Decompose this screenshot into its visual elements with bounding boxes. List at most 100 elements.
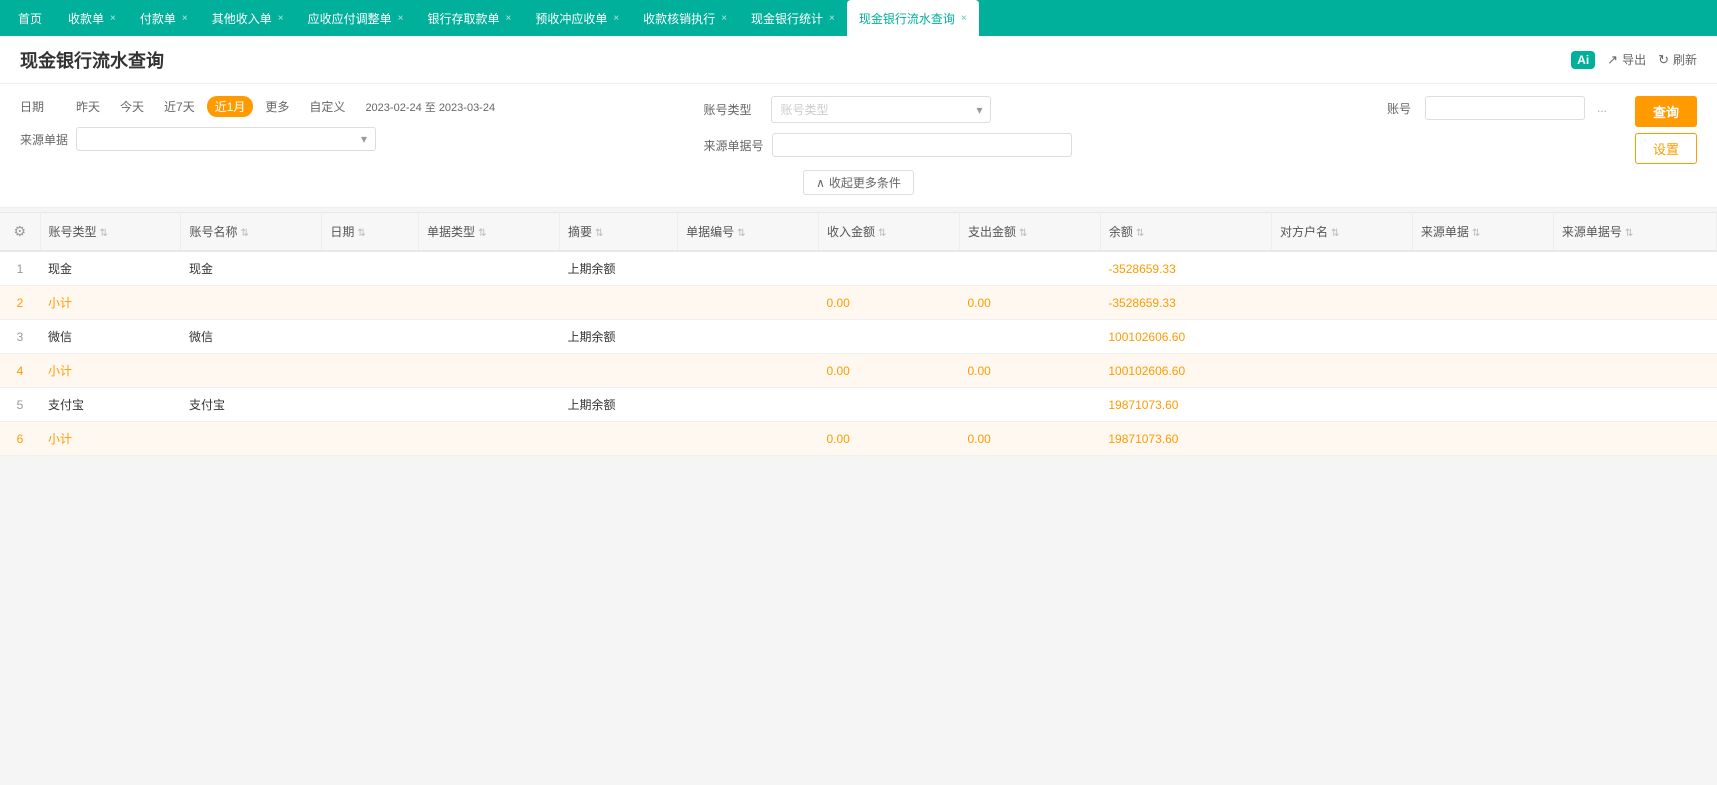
cell-counterparty: [1271, 388, 1412, 422]
col-header-source_doc: 来源单据⇅: [1412, 213, 1553, 252]
close-icon[interactable]: ×: [961, 13, 967, 24]
cell-doc_no: [678, 320, 819, 354]
nav-tab-银行存取款单[interactable]: 银行存取款单×: [415, 0, 523, 36]
nav-tab-现金银行统计[interactable]: 现金银行统计×: [739, 0, 847, 36]
sort-icon-doc_no[interactable]: ⇅: [737, 228, 745, 239]
cell-balance: 19871073.60: [1100, 388, 1271, 422]
cell-account_type: 支付宝: [40, 388, 181, 422]
cell-balance: 19871073.60: [1100, 422, 1271, 456]
nav-tab-应收应付调整单[interactable]: 应收应付调整单×: [296, 0, 416, 36]
cell-summary: 上期余额: [559, 388, 677, 422]
close-icon[interactable]: ×: [182, 13, 188, 24]
nav-tab-预收冲应收单[interactable]: 预收冲应收单×: [523, 0, 631, 36]
cell-source_doc_no: [1553, 320, 1716, 354]
filter-area: 日期 昨天今天近7天近1月更多自定义 2023-02-24 至 2023-03-…: [0, 84, 1717, 208]
cell-account_name: 微信: [181, 320, 322, 354]
account-type-select[interactable]: 账号类型 ▾: [771, 96, 991, 123]
source-doc-num-input[interactable]: [772, 133, 1072, 157]
close-icon[interactable]: ×: [721, 13, 727, 24]
cell-account_type: 小计: [40, 286, 181, 320]
close-icon[interactable]: ×: [110, 13, 116, 24]
cell-doc_no: [678, 422, 819, 456]
cell-income: [819, 320, 960, 354]
cell-account_type: 小计: [40, 422, 181, 456]
close-icon[interactable]: ×: [505, 13, 511, 24]
sort-icon-doc_type[interactable]: ⇅: [478, 228, 486, 239]
cell-doc_no: [678, 251, 819, 286]
cell-summary: 上期余额: [559, 251, 677, 286]
col-header-source_doc_no: 来源单据号⇅: [1553, 213, 1716, 252]
sort-icon-summary[interactable]: ⇅: [595, 228, 603, 239]
filter-row-date: 日期 昨天今天近7天近1月更多自定义 2023-02-24 至 2023-03-…: [20, 96, 679, 117]
close-icon[interactable]: ×: [829, 13, 835, 24]
cell-counterparty: [1271, 422, 1412, 456]
settings-button[interactable]: 设置: [1635, 133, 1697, 164]
close-icon[interactable]: ×: [613, 13, 619, 24]
cell-source_doc_no: [1553, 388, 1716, 422]
action-buttons: 查询 设置: [1635, 96, 1697, 164]
source-doc-select[interactable]: ▾: [76, 127, 376, 151]
refresh-button[interactable]: ↻ 刷新: [1658, 51, 1697, 68]
source-doc-num-label: 来源单据号: [703, 137, 763, 154]
col-header-counterparty: 对方户名⇅: [1271, 213, 1412, 252]
table-row: 2小计0.000.00-3528659.33: [0, 286, 1717, 320]
account-dots[interactable]: ...: [1593, 101, 1611, 115]
cell-counterparty: [1271, 320, 1412, 354]
export-button[interactable]: ↗ 导出: [1607, 51, 1646, 68]
nav-tab-收款单[interactable]: 收款单×: [56, 0, 128, 36]
col-header-income: 收入金额⇅: [819, 213, 960, 252]
date-option-今天[interactable]: 今天: [112, 96, 152, 117]
col-header-balance: 余额⇅: [1100, 213, 1271, 252]
cell-account_name: 支付宝: [181, 388, 322, 422]
date-option-更多[interactable]: 更多: [257, 96, 297, 117]
nav-tab-付款单[interactable]: 付款单×: [128, 0, 200, 36]
sort-icon-balance[interactable]: ⇅: [1136, 228, 1144, 239]
cell-num: 1: [0, 251, 40, 286]
collapse-button[interactable]: ∧ 收起更多条件: [803, 170, 914, 195]
cell-num: 3: [0, 320, 40, 354]
col-header-expense: 支出金额⇅: [959, 213, 1100, 252]
cell-source_doc: [1412, 286, 1553, 320]
cell-source_doc_no: [1553, 286, 1716, 320]
cell-account_name: 现金: [181, 251, 322, 286]
col-header-settings: ⚙: [0, 213, 40, 252]
date-label: 日期: [20, 98, 60, 115]
sort-icon-income[interactable]: ⇅: [878, 228, 886, 239]
account-input[interactable]: [1425, 96, 1585, 120]
sort-icon-account_type[interactable]: ⇅: [100, 228, 108, 239]
close-icon[interactable]: ×: [278, 13, 284, 24]
settings-icon[interactable]: ⚙: [13, 223, 26, 240]
nav-home[interactable]: 首页: [4, 10, 56, 27]
date-option-近1月[interactable]: 近1月: [207, 96, 254, 117]
table-header-row: ⚙账号类型⇅账号名称⇅日期⇅单据类型⇅摘要⇅单据编号⇅收入金额⇅支出金额⇅余额⇅…: [0, 213, 1717, 252]
date-option-近7天[interactable]: 近7天: [156, 96, 203, 117]
date-option-自定义[interactable]: 自定义: [301, 96, 353, 117]
cell-expense: [959, 388, 1100, 422]
top-navigation: 首页 收款单×付款单×其他收入单×应收应付调整单×银行存取款单×预收冲应收单×收…: [0, 0, 1717, 36]
query-button[interactable]: 查询: [1635, 96, 1697, 127]
cell-num: 5: [0, 388, 40, 422]
filter-row-source: 来源单据 ▾: [20, 127, 679, 151]
cell-balance: -3528659.33: [1100, 251, 1271, 286]
date-option-昨天[interactable]: 昨天: [68, 96, 108, 117]
page-title: 现金银行流水查询: [20, 47, 164, 73]
chevron-up-icon: ∧: [816, 176, 825, 190]
col-header-doc_type: 单据类型⇅: [419, 213, 560, 252]
sort-icon-source_doc[interactable]: ⇅: [1472, 228, 1480, 239]
sort-icon-counterparty[interactable]: ⇅: [1331, 228, 1339, 239]
ai-badge[interactable]: Ai: [1571, 51, 1595, 69]
sort-icon-expense[interactable]: ⇅: [1019, 228, 1027, 239]
cell-expense: [959, 251, 1100, 286]
sort-icon-account_name[interactable]: ⇅: [240, 228, 248, 239]
cell-source_doc_no: [1553, 251, 1716, 286]
cell-date: [322, 422, 419, 456]
cell-source_doc: [1412, 422, 1553, 456]
nav-tab-现金银行流水查询[interactable]: 现金银行流水查询×: [847, 0, 979, 36]
cell-num: 2: [0, 286, 40, 320]
nav-tab-其他收入单[interactable]: 其他收入单×: [200, 0, 296, 36]
sort-icon-date[interactable]: ⇅: [357, 228, 365, 239]
close-icon[interactable]: ×: [398, 13, 404, 24]
col-header-summary: 摘要⇅: [559, 213, 677, 252]
nav-tab-收款核销执行[interactable]: 收款核销执行×: [631, 0, 739, 36]
sort-icon-source_doc_no[interactable]: ⇅: [1625, 228, 1633, 239]
